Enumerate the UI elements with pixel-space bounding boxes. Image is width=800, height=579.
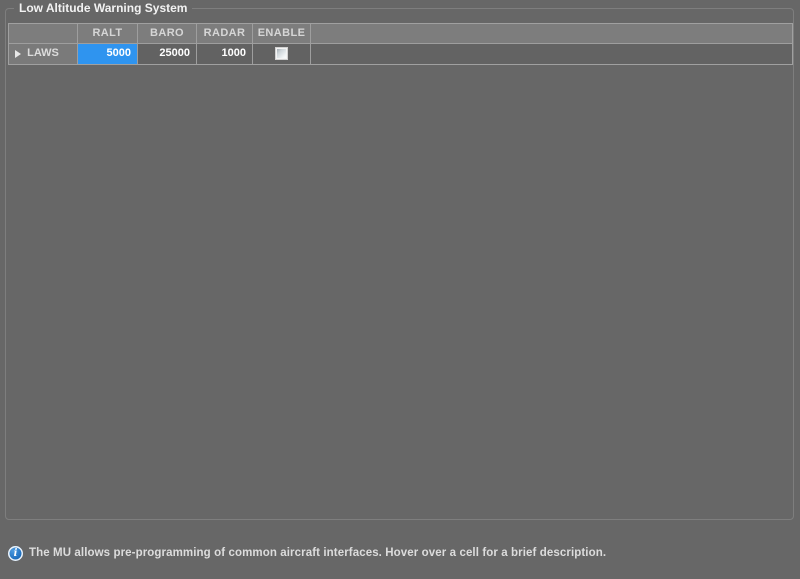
row-marker-icon xyxy=(15,50,21,58)
row-header-label: LAWS xyxy=(27,47,59,59)
status-bar: i The MU allows pre-programming of commo… xyxy=(0,540,800,566)
column-header-radar: RADAR xyxy=(197,24,253,44)
column-header-corner xyxy=(9,24,78,44)
laws-groupbox: Low Altitude Warning System xyxy=(5,1,794,520)
cell-filler xyxy=(311,44,792,64)
enable-checkbox[interactable] xyxy=(275,47,288,60)
cell-ralt[interactable]: 5000 xyxy=(78,44,138,64)
cell-baro[interactable]: 25000 xyxy=(138,44,197,64)
column-header-ralt: RALT xyxy=(78,24,138,44)
info-icon: i xyxy=(8,545,23,561)
cell-radar[interactable]: 1000 xyxy=(197,44,253,64)
laws-grid: RALT BARO RADAR ENABLE LAWS 5000 25000 1… xyxy=(8,23,793,65)
row-header-laws[interactable]: LAWS xyxy=(9,44,78,64)
column-header-baro: BARO xyxy=(138,24,197,44)
column-header-filler xyxy=(311,24,792,44)
status-message: The MU allows pre-programming of common … xyxy=(29,547,607,559)
cell-enable xyxy=(253,44,311,64)
groupbox-title: Low Altitude Warning System xyxy=(14,1,193,16)
column-header-enable: ENABLE xyxy=(253,24,311,44)
